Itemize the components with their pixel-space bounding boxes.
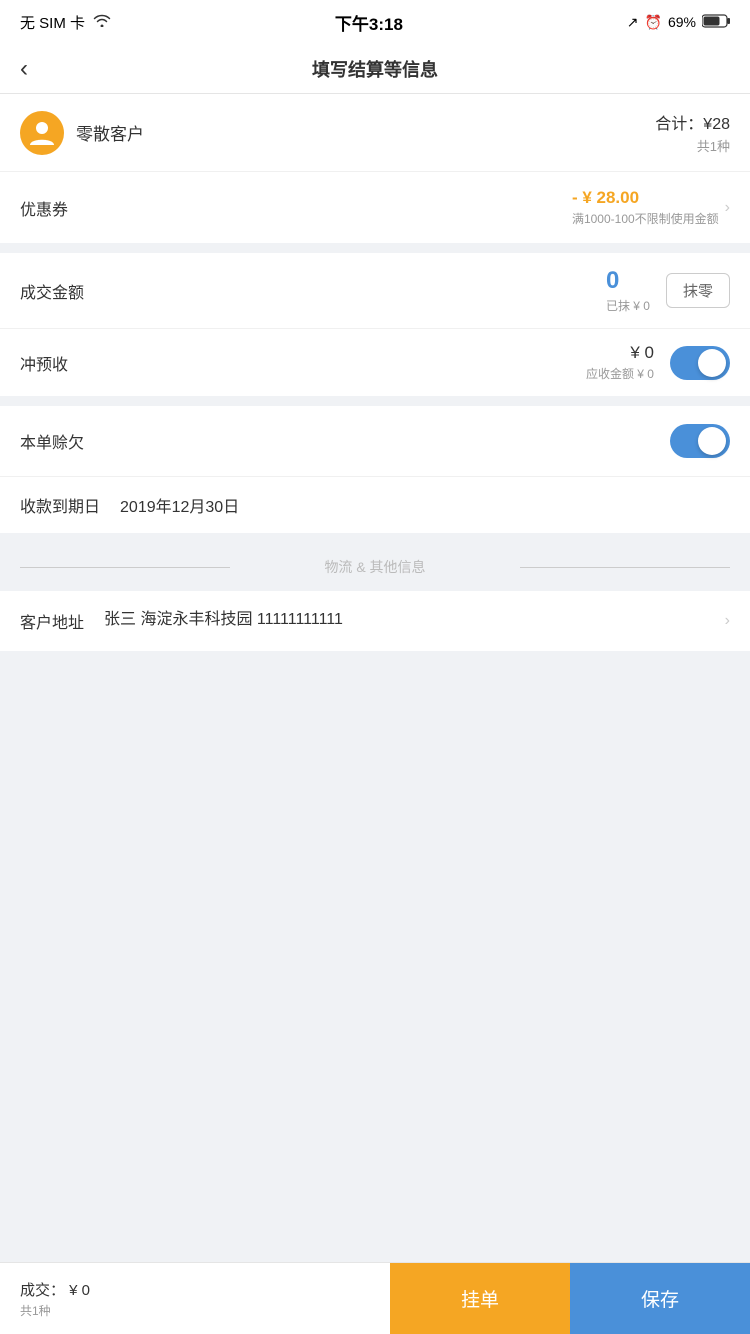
status-bar: 无 SIM 卡 下午3:18 ↗ ⏰ 69% xyxy=(0,0,750,44)
debt-toggle[interactable] xyxy=(670,424,730,458)
bottom-bar: 成交： ¥ 0 共1种 挂单 保存 xyxy=(0,1262,750,1334)
deal-sub: 已抹 ¥ 0 xyxy=(606,297,650,314)
deal-right: 0 已抹 ¥ 0 抹零 xyxy=(606,267,730,314)
deal-label: 成交金额 xyxy=(20,279,84,303)
address-label: 客户地址 xyxy=(20,609,84,633)
page-title: 填写结算等信息 xyxy=(312,56,438,82)
nav-bar: ‹ 填写结算等信息 xyxy=(0,44,750,94)
hang-button[interactable]: 挂单 xyxy=(390,1263,570,1334)
address-content: 客户地址 张三 海淀永丰科技园 11111111111 xyxy=(20,609,343,633)
customer-section: 零散客户 合计：¥28 共1种 优惠券 - ¥ 28.00 满1000-100不… xyxy=(0,94,750,243)
precollect-sub: 应收金额 ¥ 0 xyxy=(586,365,654,382)
deal-value: 0 xyxy=(606,267,650,295)
coupon-desc: 满1000-100不限制使用金额 xyxy=(572,210,719,227)
bottom-info: 成交： ¥ 0 共1种 xyxy=(0,1279,390,1319)
location-icon: ↗ xyxy=(627,14,639,31)
total-count: 共1种 xyxy=(655,136,730,155)
due-date-value: 2019年12月30日 xyxy=(120,493,239,517)
precollect-amount: ¥ 0 xyxy=(586,343,654,363)
status-time: 下午3:18 xyxy=(335,10,403,35)
total-amount: 合计：¥28 xyxy=(655,110,730,134)
customer-left: 零散客户 xyxy=(20,111,144,155)
chevron-right-icon: › xyxy=(725,199,730,217)
coupon-row[interactable]: 优惠券 - ¥ 28.00 满1000-100不限制使用金额 › xyxy=(0,171,750,243)
debt-row: 本单赊欠 xyxy=(0,406,750,476)
battery-label: 69% xyxy=(668,14,696,30)
coupon-label: 优惠券 xyxy=(20,196,68,220)
due-row: 收款到期日 2019年12月30日 xyxy=(0,476,750,533)
bottom-deal-label: 成交： ¥ 0 xyxy=(20,1279,370,1300)
save-button[interactable]: 保存 xyxy=(570,1263,750,1334)
logistics-text: 物流 & 其他信息 xyxy=(324,559,425,575)
debt-label: 本单赊欠 xyxy=(20,429,84,453)
address-section: 客户地址 张三 海淀永丰科技园 11111111111 › xyxy=(0,591,750,651)
battery-icon xyxy=(702,14,730,31)
logistics-divider: 物流 & 其他信息 xyxy=(0,543,750,591)
precollect-toggle[interactable] xyxy=(670,346,730,380)
address-value: 张三 海淀永丰科技园 11111111111 xyxy=(104,609,343,631)
alarm-icon: ⏰ xyxy=(645,14,662,31)
address-row[interactable]: 客户地址 张三 海淀永丰科技园 11111111111 › xyxy=(0,591,750,651)
debt-section: 本单赊欠 收款到期日 2019年12月30日 xyxy=(0,406,750,533)
status-left: 无 SIM 卡 xyxy=(20,12,111,33)
precollect-row: 冲预收 ¥ 0 应收金额 ¥ 0 xyxy=(0,328,750,396)
precollect-label: 冲预收 xyxy=(20,351,68,375)
customer-name: 零散客户 xyxy=(76,120,144,145)
customer-row: 零散客户 合计：¥28 共1种 xyxy=(0,94,750,171)
due-date-label: 收款到期日 xyxy=(20,493,100,517)
precollect-right: ¥ 0 应收金额 ¥ 0 xyxy=(586,343,730,382)
coupon-right: - ¥ 28.00 满1000-100不限制使用金额 › xyxy=(572,188,730,227)
back-button[interactable]: ‹ xyxy=(20,55,28,83)
deal-section: 成交金额 0 已抹 ¥ 0 抹零 冲预收 ¥ 0 应收金额 ¥ 0 xyxy=(0,253,750,396)
address-chevron-icon: › xyxy=(725,612,730,630)
coupon-amount: - ¥ 28.00 xyxy=(572,188,719,208)
round-button[interactable]: 抹零 xyxy=(666,273,730,308)
bottom-count-label: 共1种 xyxy=(20,1302,370,1319)
precollect-values: ¥ 0 应收金额 ¥ 0 xyxy=(586,343,654,382)
avatar xyxy=(20,111,64,155)
sim-label: 无 SIM 卡 xyxy=(20,12,85,33)
wifi-icon xyxy=(93,13,111,31)
deal-row: 成交金额 0 已抹 ¥ 0 抹零 xyxy=(0,253,750,328)
customer-right: 合计：¥28 共1种 xyxy=(655,110,730,155)
status-right: ↗ ⏰ 69% xyxy=(627,14,730,31)
